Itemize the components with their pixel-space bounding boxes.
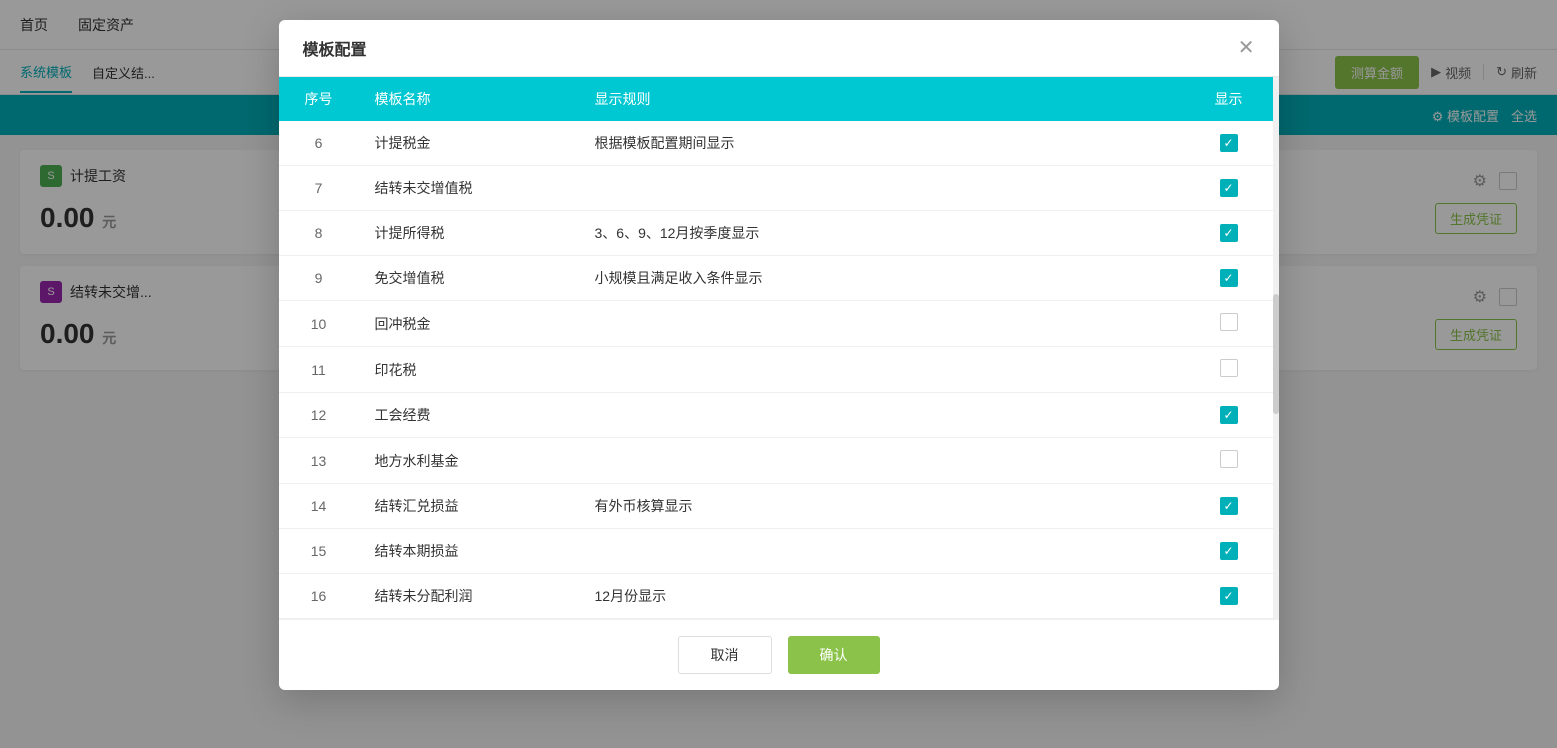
col-seq: 序号 [279,77,359,121]
col-name: 模板名称 [359,77,579,121]
table-row: 12工会经费 [279,393,1279,438]
scrollbar-track[interactable] [1273,77,1279,619]
cell-rule: 根据模板配置期间显示 [579,121,1179,166]
cell-checkbox[interactable] [1179,438,1279,484]
checkbox-10[interactable] [1220,313,1238,331]
cell-checkbox[interactable] [1179,529,1279,574]
modal-body: 序号 模板名称 显示规则 显示 6计提税金根据模板配置期间显示7结转未交增值税8… [279,77,1279,619]
template-table: 序号 模板名称 显示规则 显示 6计提税金根据模板配置期间显示7结转未交增值税8… [279,77,1279,619]
cell-checkbox[interactable] [1179,121,1279,166]
cancel-button[interactable]: 取消 [678,636,772,674]
checkbox-15[interactable] [1220,542,1238,560]
cell-rule: 小规模且满足收入条件显示 [579,256,1179,301]
cell-seq: 10 [279,301,359,347]
cell-rule: 12月份显示 [579,574,1179,619]
cell-rule [579,347,1179,393]
cell-checkbox[interactable] [1179,484,1279,529]
table-row: 6计提税金根据模板配置期间显示 [279,121,1279,166]
cell-name: 计提税金 [359,121,579,166]
col-rule: 显示规则 [579,77,1179,121]
checkbox-12[interactable] [1220,406,1238,424]
scrollbar-thumb[interactable] [1273,294,1279,414]
cell-checkbox[interactable] [1179,256,1279,301]
checkbox-7[interactable] [1220,179,1238,197]
cell-seq: 16 [279,574,359,619]
table-row: 10回冲税金 [279,301,1279,347]
cell-seq: 11 [279,347,359,393]
table-header-row: 序号 模板名称 显示规则 显示 [279,77,1279,121]
cell-checkbox[interactable] [1179,301,1279,347]
cell-seq: 9 [279,256,359,301]
cell-seq: 14 [279,484,359,529]
cell-name: 工会经费 [359,393,579,438]
cell-name: 结转未交增值税 [359,166,579,211]
modal-close-button[interactable]: ✕ [1238,38,1255,58]
cell-name: 结转汇兑损益 [359,484,579,529]
cell-rule: 有外币核算显示 [579,484,1179,529]
cell-seq: 12 [279,393,359,438]
cell-name: 地方水利基金 [359,438,579,484]
table-row: 11印花税 [279,347,1279,393]
table-row: 9免交增值税小规模且满足收入条件显示 [279,256,1279,301]
cell-seq: 7 [279,166,359,211]
checkbox-8[interactable] [1220,224,1238,242]
cell-seq: 8 [279,211,359,256]
cell-rule: 3、6、9、12月按季度显示 [579,211,1179,256]
col-display: 显示 [1179,77,1279,121]
cell-name: 印花税 [359,347,579,393]
cell-name: 免交增值税 [359,256,579,301]
cell-checkbox[interactable] [1179,393,1279,438]
cell-rule [579,166,1179,211]
checkbox-6[interactable] [1220,134,1238,152]
cell-checkbox[interactable] [1179,574,1279,619]
cell-checkbox[interactable] [1179,166,1279,211]
cell-checkbox[interactable] [1179,211,1279,256]
cell-name: 结转未分配利润 [359,574,579,619]
cell-checkbox[interactable] [1179,347,1279,393]
checkbox-16[interactable] [1220,587,1238,605]
cell-seq: 13 [279,438,359,484]
table-row: 13地方水利基金 [279,438,1279,484]
modal-overlay: 模板配置 ✕ 序号 模板名称 显示规则 显示 6计提税金根据模板配置期间显示7结… [0,0,1557,748]
modal-footer: 取消 确认 [279,619,1279,690]
modal-header: 模板配置 ✕ [279,20,1279,77]
table-row: 7结转未交增值税 [279,166,1279,211]
cell-rule [579,529,1179,574]
checkbox-9[interactable] [1220,269,1238,287]
modal-title: 模板配置 [303,36,367,60]
cell-seq: 6 [279,121,359,166]
confirm-button[interactable]: 确认 [788,636,880,674]
checkbox-13[interactable] [1220,450,1238,468]
table-body: 6计提税金根据模板配置期间显示7结转未交增值税8计提所得税3、6、9、12月按季… [279,121,1279,619]
table-row: 15结转本期损益 [279,529,1279,574]
template-config-modal: 模板配置 ✕ 序号 模板名称 显示规则 显示 6计提税金根据模板配置期间显示7结… [279,20,1279,690]
cell-name: 计提所得税 [359,211,579,256]
checkbox-11[interactable] [1220,359,1238,377]
cell-rule [579,301,1179,347]
table-row: 14结转汇兑损益有外币核算显示 [279,484,1279,529]
cell-seq: 15 [279,529,359,574]
checkbox-14[interactable] [1220,497,1238,515]
table-row: 8计提所得税3、6、9、12月按季度显示 [279,211,1279,256]
cell-name: 结转本期损益 [359,529,579,574]
cell-name: 回冲税金 [359,301,579,347]
cell-rule [579,438,1179,484]
cell-rule [579,393,1179,438]
table-row: 16结转未分配利润12月份显示 [279,574,1279,619]
